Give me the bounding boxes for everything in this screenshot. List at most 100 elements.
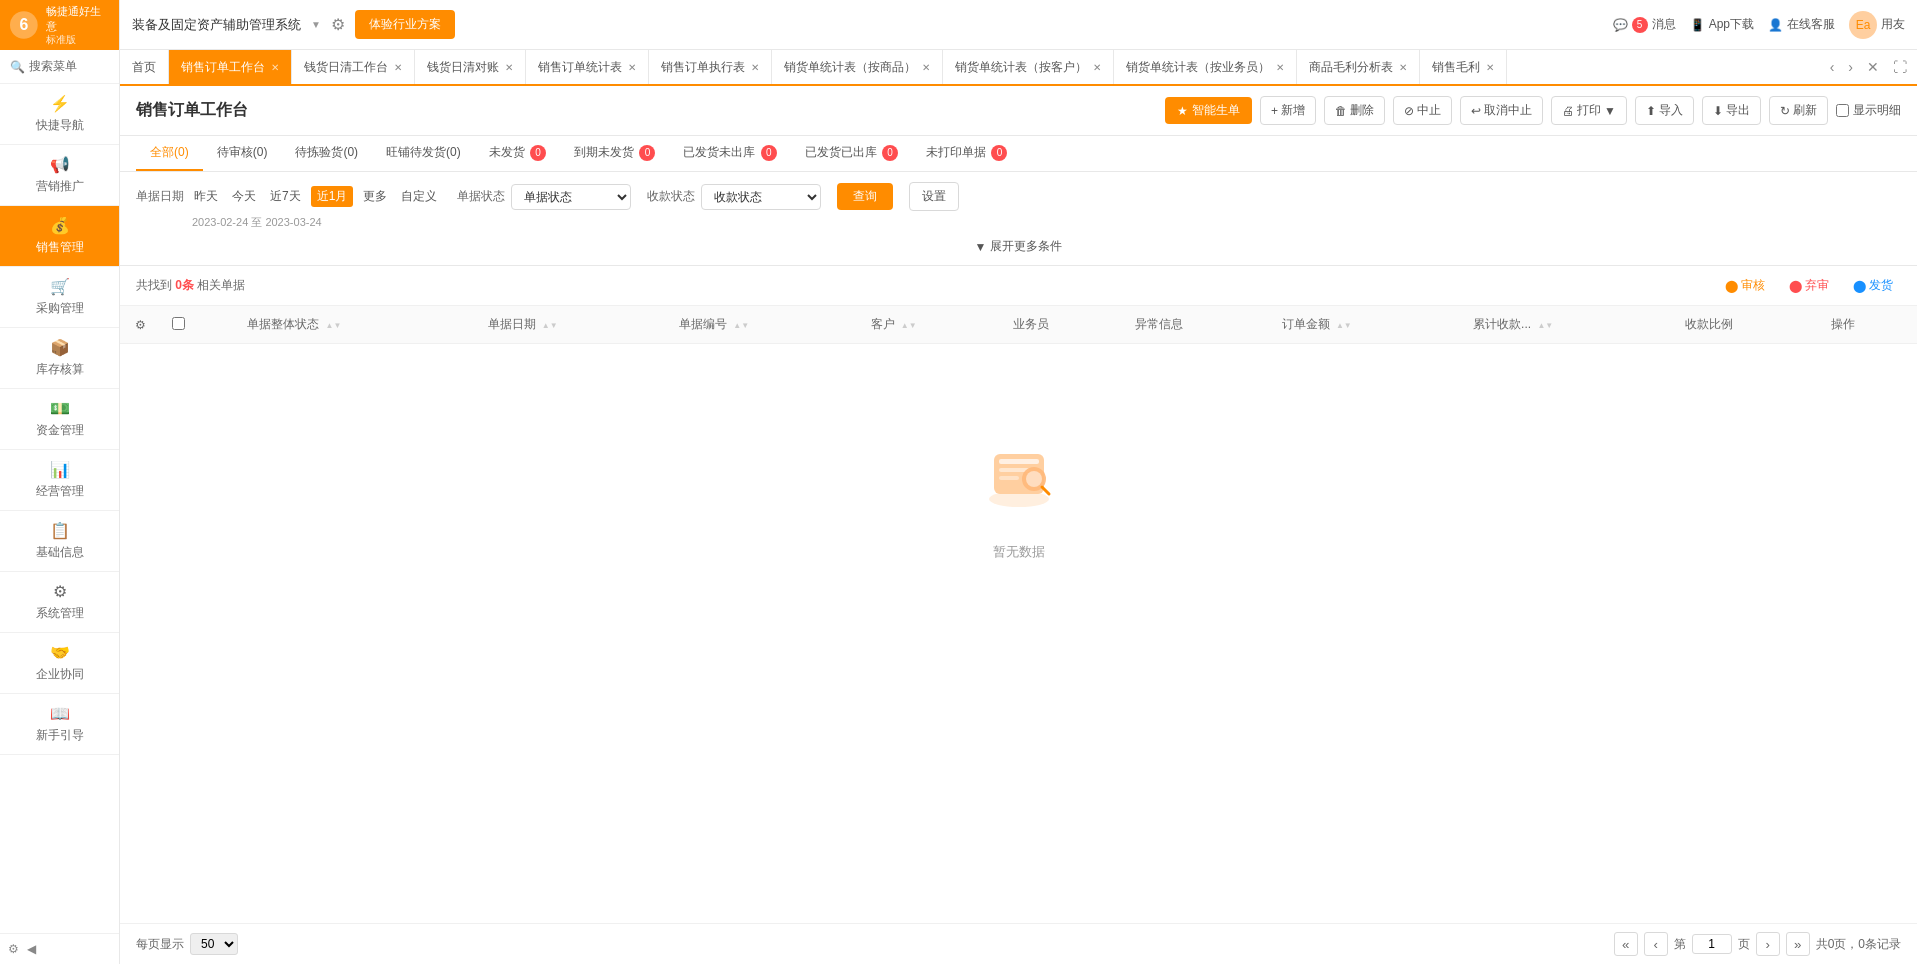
pagination: 每页显示 50 « ‹ 第 页 › » 共0页，0条记录 xyxy=(120,923,1917,964)
tab-close-icon[interactable]: ✕ xyxy=(1276,62,1284,73)
tab-close-icon[interactable]: ✕ xyxy=(922,62,930,73)
tab-cash-clear[interactable]: 钱货日清工作台 ✕ xyxy=(292,50,415,85)
search-button[interactable]: 查询 xyxy=(837,183,893,210)
user-menu[interactable]: Ea 用友 xyxy=(1849,11,1905,39)
tab-close-icon[interactable]: ✕ xyxy=(271,62,279,73)
tab-close-icon[interactable]: ✕ xyxy=(394,62,402,73)
sidebar-item-inventory[interactable]: 📦 库存核算 xyxy=(0,328,119,389)
stop-button[interactable]: ⊘ 中止 xyxy=(1393,96,1452,125)
refresh-button[interactable]: ↻ 刷新 xyxy=(1769,96,1828,125)
add-button[interactable]: + 新增 xyxy=(1260,96,1316,125)
topbar-settings-icon[interactable]: ⚙ xyxy=(331,15,345,34)
first-page-button[interactable]: « xyxy=(1614,932,1638,956)
sub-tab-label: 待审核(0) xyxy=(217,145,268,159)
tab-home[interactable]: 首页 xyxy=(120,50,169,85)
sidebar-item-label: 经营管理 xyxy=(36,483,84,500)
sub-tab-not-shipped[interactable]: 未发货 0 xyxy=(475,136,560,171)
delete-label: 删除 xyxy=(1350,102,1374,119)
tab-sales-gross[interactable]: 销售毛利 ✕ xyxy=(1420,50,1507,85)
settings-col-icon[interactable]: ⚙ xyxy=(135,318,146,332)
sidebar-item-purchase[interactable]: 🛒 采购管理 xyxy=(0,267,119,328)
tab-scroll-left-button[interactable]: ‹ xyxy=(1826,57,1839,77)
status-select[interactable]: 单据状态 xyxy=(511,184,631,210)
cancel-review-button[interactable]: ⬤ 弃审 xyxy=(1781,274,1837,297)
tab-close-icon[interactable]: ✕ xyxy=(628,62,636,73)
date-7days[interactable]: 近7天 xyxy=(266,186,305,207)
sidebar-item-system[interactable]: ⚙ 系统管理 xyxy=(0,572,119,633)
sidebar-item-enterprise[interactable]: 🤝 企业协同 xyxy=(0,633,119,694)
sales-icon: 💰 xyxy=(50,216,70,235)
delete-button[interactable]: 🗑 删除 xyxy=(1324,96,1385,125)
search-menu[interactable]: 🔍 搜索菜单 xyxy=(0,50,119,84)
tab-sales-by-customer[interactable]: 销货单统计表（按客户） ✕ xyxy=(943,50,1114,85)
date-more[interactable]: 更多 xyxy=(359,186,391,207)
sub-tab-all[interactable]: 全部(0) xyxy=(136,136,203,171)
select-all-checkbox[interactable] xyxy=(172,317,185,330)
tab-sales-exec[interactable]: 销售订单执行表 ✕ xyxy=(649,50,772,85)
prev-page-button[interactable]: ‹ xyxy=(1644,932,1668,956)
sub-tab-pending-review[interactable]: 待审核(0) xyxy=(203,136,282,171)
tab-scroll-right-button[interactable]: › xyxy=(1844,57,1857,77)
date-yesterday[interactable]: 昨天 xyxy=(190,186,222,207)
message-center[interactable]: 💬 5 消息 xyxy=(1613,16,1676,33)
tab-expand-button[interactable]: ⛶ xyxy=(1889,57,1911,77)
filter-area: 单据日期 昨天 今天 近7天 近1月 更多 自定义 单据状态 单据状态 xyxy=(120,172,1917,266)
date-today[interactable]: 今天 xyxy=(228,186,260,207)
collapse-icon[interactable]: ◀ xyxy=(27,942,36,956)
tab-close-icon[interactable]: ✕ xyxy=(1093,62,1101,73)
sub-tab-shipped-not-out[interactable]: 已发货未出库 0 xyxy=(669,136,790,171)
tab-close-icon[interactable]: ✕ xyxy=(1486,62,1494,73)
smart-generate-button[interactable]: ★ 智能生单 xyxy=(1165,97,1252,124)
next-page-button[interactable]: › xyxy=(1756,932,1780,956)
page-size-select[interactable]: 50 xyxy=(190,933,238,955)
sub-tab-wangpu-pending-ship[interactable]: 旺铺待发货(0) xyxy=(372,136,475,171)
search-label: 搜索菜单 xyxy=(29,58,77,75)
tab-cash-reconcile[interactable]: 钱货日清对账 ✕ xyxy=(415,50,526,85)
payment-select[interactable]: 收款状态 xyxy=(701,184,821,210)
not-printed-badge: 0 xyxy=(991,145,1007,161)
date-custom[interactable]: 自定义 xyxy=(397,186,441,207)
print-button[interactable]: 🖨 打印 ▼ xyxy=(1551,96,1627,125)
tab-close-icon[interactable]: ✕ xyxy=(751,62,759,73)
page-input[interactable] xyxy=(1692,934,1732,954)
last-page-button[interactable]: » xyxy=(1786,932,1810,956)
settings-filter-button[interactable]: 设置 xyxy=(909,182,959,211)
show-detail-checkbox[interactable]: 显示明细 xyxy=(1836,102,1901,119)
cancel-stop-button[interactable]: ↩ 取消中止 xyxy=(1460,96,1543,125)
export-button[interactable]: ⬇ 导出 xyxy=(1702,96,1761,125)
tab-sales-stats[interactable]: 销售订单统计表 ✕ xyxy=(526,50,649,85)
tab-gross-profit[interactable]: 商品毛利分析表 ✕ xyxy=(1297,50,1420,85)
show-detail-input[interactable] xyxy=(1836,104,1849,117)
tab-close-all-button[interactable]: ✕ xyxy=(1863,57,1883,77)
tab-label: 商品毛利分析表 xyxy=(1309,59,1393,76)
sidebar-item-finance[interactable]: 💵 资金管理 xyxy=(0,389,119,450)
expand-more-conditions[interactable]: ▼ 展开更多条件 xyxy=(975,238,1063,255)
sidebar-item-guide[interactable]: 📖 新手引导 xyxy=(0,694,119,755)
sidebar-item-marketing[interactable]: 📢 营销推广 xyxy=(0,145,119,206)
tab-sales-order[interactable]: 销售订单工作台 ✕ xyxy=(169,50,292,85)
sidebar-item-label: 资金管理 xyxy=(36,422,84,439)
app-download[interactable]: 📱 App下载 xyxy=(1690,16,1754,33)
tab-sales-by-staff[interactable]: 销货单统计表（按业务员） ✕ xyxy=(1114,50,1297,85)
review-action-button[interactable]: ⬤ 审核 xyxy=(1717,274,1773,297)
tab-sales-by-product[interactable]: 销货单统计表（按商品） ✕ xyxy=(772,50,943,85)
tab-close-icon[interactable]: ✕ xyxy=(505,62,513,73)
sidebar-item-basic-info[interactable]: 📋 基础信息 xyxy=(0,511,119,572)
sidebar-item-operations[interactable]: 📊 经营管理 xyxy=(0,450,119,511)
sub-tab-not-printed[interactable]: 未打印单据 0 xyxy=(912,136,1021,171)
sub-tab-shipped-out[interactable]: 已发货已出库 0 xyxy=(791,136,912,171)
sidebar-item-sales[interactable]: 💰 销售管理 xyxy=(0,206,119,267)
marketing-icon: 📢 xyxy=(50,155,70,174)
sub-tab-overdue-ship[interactable]: 到期未发货 0 xyxy=(560,136,669,171)
tab-close-icon[interactable]: ✕ xyxy=(1399,62,1407,73)
settings-bottom-icon[interactable]: ⚙ xyxy=(8,942,19,956)
online-service[interactable]: 👤 在线客服 xyxy=(1768,16,1835,33)
sort-icon: ▲▼ xyxy=(1537,322,1553,330)
sidebar-item-quick-nav[interactable]: ⚡ 快捷导航 xyxy=(0,84,119,145)
ship-action-button[interactable]: ⬤ 发货 xyxy=(1845,274,1901,297)
tab-label: 钱货日清工作台 xyxy=(304,59,388,76)
industry-solution-button[interactable]: 体验行业方案 xyxy=(355,10,455,39)
sub-tab-pending-inspection[interactable]: 待拣验货(0) xyxy=(281,136,372,171)
import-button[interactable]: ⬆ 导入 xyxy=(1635,96,1694,125)
date-1month[interactable]: 近1月 xyxy=(311,186,354,207)
